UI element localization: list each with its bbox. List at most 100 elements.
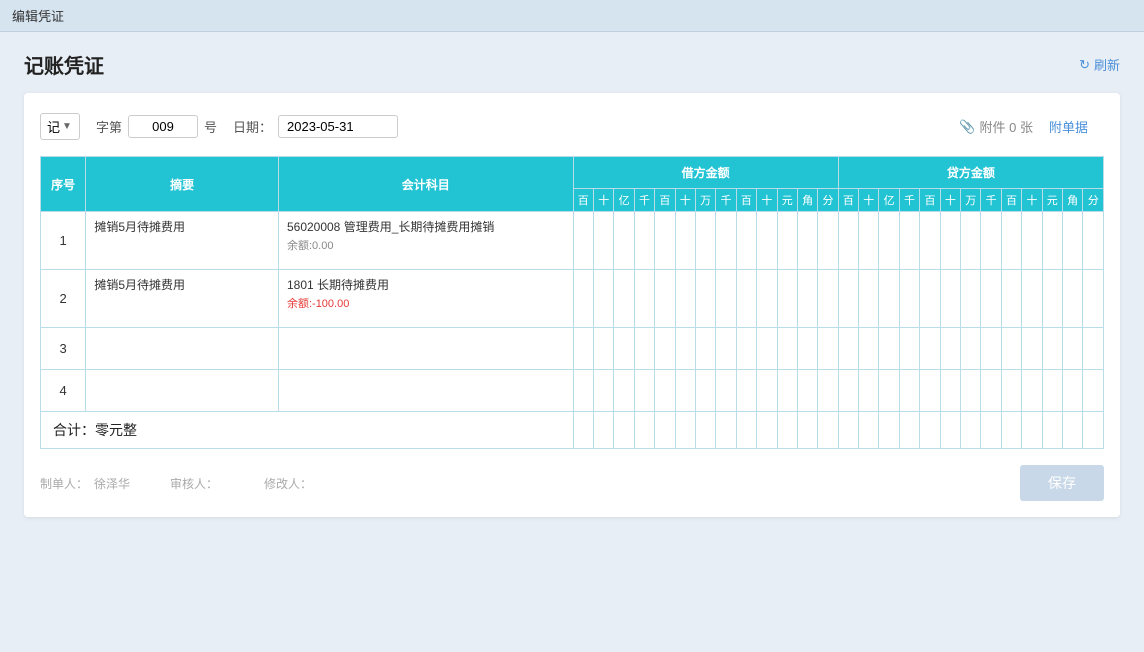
debit-amount-cell[interactable] xyxy=(675,270,695,328)
credit-amount-cell[interactable] xyxy=(961,370,981,412)
debit-amount-cell[interactable] xyxy=(634,370,654,412)
debit-amount-cell[interactable] xyxy=(573,328,593,370)
credit-amount-cell[interactable] xyxy=(920,328,940,370)
credit-amount-cell[interactable] xyxy=(1062,212,1082,270)
date-input[interactable] xyxy=(278,115,398,138)
credit-amount-cell[interactable] xyxy=(1022,328,1042,370)
debit-amount-cell[interactable] xyxy=(594,212,614,270)
credit-amount-cell[interactable] xyxy=(899,270,919,328)
debit-amount-cell[interactable] xyxy=(818,328,838,370)
debit-amount-cell[interactable] xyxy=(818,270,838,328)
debit-amount-cell[interactable] xyxy=(797,328,817,370)
debit-amount-cell[interactable] xyxy=(757,212,777,270)
credit-amount-cell[interactable] xyxy=(981,370,1001,412)
debit-amount-cell[interactable] xyxy=(573,212,593,270)
credit-amount-cell[interactable] xyxy=(1083,212,1104,270)
debit-amount-cell[interactable] xyxy=(675,212,695,270)
debit-amount-cell[interactable] xyxy=(614,270,634,328)
account-cell[interactable]: 56020008 管理费用_长期待摊费用摊销余额:0.00 xyxy=(278,212,573,270)
debit-amount-cell[interactable] xyxy=(695,270,715,328)
credit-amount-cell[interactable] xyxy=(879,212,899,270)
debit-amount-cell[interactable] xyxy=(634,270,654,328)
save-button[interactable]: 保存 xyxy=(1020,465,1104,501)
credit-amount-cell[interactable] xyxy=(838,270,858,328)
debit-amount-cell[interactable] xyxy=(777,328,797,370)
debit-amount-cell[interactable] xyxy=(757,270,777,328)
credit-amount-cell[interactable] xyxy=(1083,328,1104,370)
credit-amount-cell[interactable] xyxy=(1001,328,1021,370)
credit-amount-cell[interactable] xyxy=(981,212,1001,270)
debit-amount-cell[interactable] xyxy=(736,370,756,412)
debit-amount-cell[interactable] xyxy=(736,212,756,270)
credit-amount-cell[interactable] xyxy=(1022,212,1042,270)
debit-amount-cell[interactable] xyxy=(695,370,715,412)
debit-amount-cell[interactable] xyxy=(757,328,777,370)
credit-amount-cell[interactable] xyxy=(899,370,919,412)
credit-amount-cell[interactable] xyxy=(1083,270,1104,328)
debit-amount-cell[interactable] xyxy=(573,370,593,412)
credit-amount-cell[interactable] xyxy=(838,370,858,412)
debit-amount-cell[interactable] xyxy=(655,212,675,270)
debit-amount-cell[interactable] xyxy=(716,328,736,370)
debit-amount-cell[interactable] xyxy=(614,370,634,412)
credit-amount-cell[interactable] xyxy=(859,328,879,370)
zi-di-input[interactable] xyxy=(128,115,198,138)
credit-amount-cell[interactable] xyxy=(961,270,981,328)
debit-amount-cell[interactable] xyxy=(716,212,736,270)
credit-amount-cell[interactable] xyxy=(879,370,899,412)
debit-amount-cell[interactable] xyxy=(634,328,654,370)
account-cell[interactable] xyxy=(278,370,573,412)
summary-cell[interactable]: 摊销5月待摊费用 xyxy=(86,270,279,328)
debit-amount-cell[interactable] xyxy=(695,328,715,370)
credit-amount-cell[interactable] xyxy=(838,328,858,370)
credit-amount-cell[interactable] xyxy=(859,270,879,328)
credit-amount-cell[interactable] xyxy=(1062,328,1082,370)
debit-amount-cell[interactable] xyxy=(736,328,756,370)
credit-amount-cell[interactable] xyxy=(1083,370,1104,412)
debit-amount-cell[interactable] xyxy=(614,212,634,270)
credit-amount-cell[interactable] xyxy=(981,270,1001,328)
credit-amount-cell[interactable] xyxy=(879,270,899,328)
credit-amount-cell[interactable] xyxy=(1042,270,1062,328)
debit-amount-cell[interactable] xyxy=(695,212,715,270)
credit-amount-cell[interactable] xyxy=(920,370,940,412)
credit-amount-cell[interactable] xyxy=(1062,370,1082,412)
credit-amount-cell[interactable] xyxy=(879,328,899,370)
debit-amount-cell[interactable] xyxy=(655,270,675,328)
summary-cell[interactable] xyxy=(86,328,279,370)
credit-amount-cell[interactable] xyxy=(1062,270,1082,328)
debit-amount-cell[interactable] xyxy=(594,328,614,370)
summary-cell[interactable]: 摊销5月待摊费用 xyxy=(86,212,279,270)
credit-amount-cell[interactable] xyxy=(1042,370,1062,412)
debit-amount-cell[interactable] xyxy=(777,212,797,270)
credit-amount-cell[interactable] xyxy=(940,212,960,270)
debit-amount-cell[interactable] xyxy=(716,370,736,412)
attach-list-link[interactable]: 附单据 xyxy=(1049,117,1088,136)
debit-amount-cell[interactable] xyxy=(675,328,695,370)
debit-amount-cell[interactable] xyxy=(594,370,614,412)
debit-amount-cell[interactable] xyxy=(736,270,756,328)
credit-amount-cell[interactable] xyxy=(920,270,940,328)
credit-amount-cell[interactable] xyxy=(859,212,879,270)
credit-amount-cell[interactable] xyxy=(838,212,858,270)
debit-amount-cell[interactable] xyxy=(716,270,736,328)
account-cell[interactable] xyxy=(278,328,573,370)
attachment-button[interactable]: 📎 附件 0 张 xyxy=(959,117,1033,136)
debit-amount-cell[interactable] xyxy=(655,328,675,370)
debit-amount-cell[interactable] xyxy=(777,370,797,412)
credit-amount-cell[interactable] xyxy=(961,212,981,270)
debit-amount-cell[interactable] xyxy=(797,270,817,328)
debit-amount-cell[interactable] xyxy=(818,370,838,412)
debit-amount-cell[interactable] xyxy=(797,370,817,412)
debit-amount-cell[interactable] xyxy=(634,212,654,270)
ji-select[interactable]: 记 ▼ xyxy=(40,113,80,140)
credit-amount-cell[interactable] xyxy=(859,370,879,412)
credit-amount-cell[interactable] xyxy=(920,212,940,270)
credit-amount-cell[interactable] xyxy=(1001,212,1021,270)
credit-amount-cell[interactable] xyxy=(899,212,919,270)
credit-amount-cell[interactable] xyxy=(940,270,960,328)
debit-amount-cell[interactable] xyxy=(818,212,838,270)
refresh-button[interactable]: ↻ 刷新 xyxy=(1079,55,1120,74)
debit-amount-cell[interactable] xyxy=(757,370,777,412)
credit-amount-cell[interactable] xyxy=(940,370,960,412)
